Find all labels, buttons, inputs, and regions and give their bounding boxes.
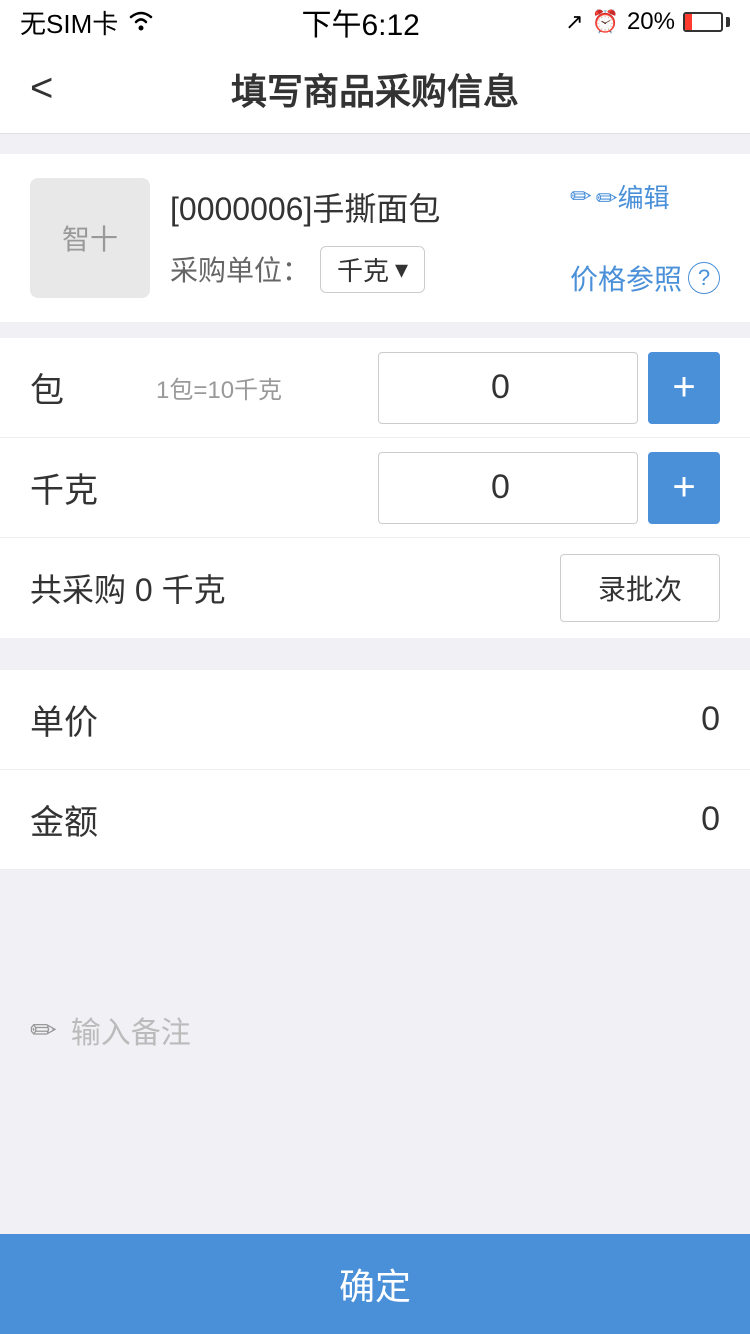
total-label: 共采购 0 千克 (30, 565, 560, 611)
product-right: ✏ ✏编辑 价格参照 ? (570, 178, 720, 298)
input-section: 包 1包=10千克 + 千克 + (0, 338, 750, 538)
product-name: [0000006]手撕面包 (170, 184, 550, 230)
price-ref-label: 价格参照 (570, 258, 682, 298)
product-image: 智十 (30, 178, 150, 298)
product-img-placeholder: 智十 (62, 218, 118, 258)
dropdown-chevron: ▾ (395, 254, 408, 285)
total-row: 共采购 0 千克 录批次 (0, 538, 750, 638)
kg-input[interactable] (378, 452, 638, 524)
divider-2 (0, 638, 750, 654)
back-button[interactable]: < (30, 66, 53, 111)
kg-input-row: 千克 + (0, 438, 750, 538)
page-title: 填写商品采购信息 (231, 63, 519, 115)
product-card: 智十 [0000006]手撕面包 采购单位： 千克 ▾ ✏ ✏编辑 价格参照 ? (0, 154, 750, 322)
unit-select-dropdown[interactable]: 千克 ▾ (320, 246, 425, 293)
nav-bar: < 填写商品采购信息 (0, 44, 750, 134)
edit-button[interactable]: ✏ ✏编辑 (570, 178, 670, 215)
edit-icon: ✏ (570, 181, 592, 212)
amount-value: 0 (701, 800, 720, 839)
battery-percent: 20% (627, 8, 675, 36)
wifi-icon (126, 7, 156, 38)
confirm-button[interactable]: 确定 (0, 1234, 750, 1334)
batch-button[interactable]: 录批次 (560, 554, 720, 622)
price-ref-button[interactable]: 价格参照 ? (570, 258, 720, 298)
kg-plus-button[interactable]: + (648, 452, 720, 524)
kg-label: 千克 (30, 463, 150, 512)
carrier-label: 无SIM卡 (20, 4, 118, 41)
status-time: 下午6:12 (301, 0, 419, 44)
status-bar: 无SIM卡 下午6:12 ↗ ⏰ 20% (0, 0, 750, 44)
unit-price-value: 0 (701, 700, 720, 739)
edit-label: ✏编辑 (596, 178, 670, 215)
remark-icon: ✏ (30, 1011, 57, 1049)
product-info: [0000006]手撕面包 采购单位： 千克 ▾ (170, 184, 550, 293)
info-section: 单价 0 金额 0 (0, 670, 750, 870)
location-icon: ↗ (565, 9, 583, 35)
amount-row: 金额 0 (0, 770, 750, 870)
battery-icon (683, 12, 730, 32)
price-ref-icon: ? (688, 262, 720, 294)
status-left: 无SIM卡 (20, 4, 156, 41)
unit-price-row: 单价 0 (0, 670, 750, 770)
remark-placeholder: 输入备注 (71, 1008, 191, 1052)
confirm-label: 确定 (339, 1258, 411, 1310)
bao-plus-button[interactable]: + (648, 352, 720, 424)
unit-value: 千克 (337, 251, 389, 288)
amount-label: 金额 (30, 795, 701, 844)
status-right: ↗ ⏰ 20% (565, 8, 730, 36)
bao-input-row: 包 1包=10千克 + (0, 338, 750, 438)
bao-input[interactable] (378, 352, 638, 424)
bao-sublabel: 1包=10千克 (156, 370, 282, 405)
unit-text-label: 采购单位： (170, 249, 310, 289)
unit-price-label: 单价 (30, 695, 701, 744)
remark-section[interactable]: ✏ 输入备注 (0, 870, 750, 1190)
divider-1 (0, 322, 750, 338)
product-unit-row: 采购单位： 千克 ▾ (170, 246, 550, 293)
bao-label: 包 (30, 363, 150, 412)
alarm-icon: ⏰ (592, 9, 619, 35)
